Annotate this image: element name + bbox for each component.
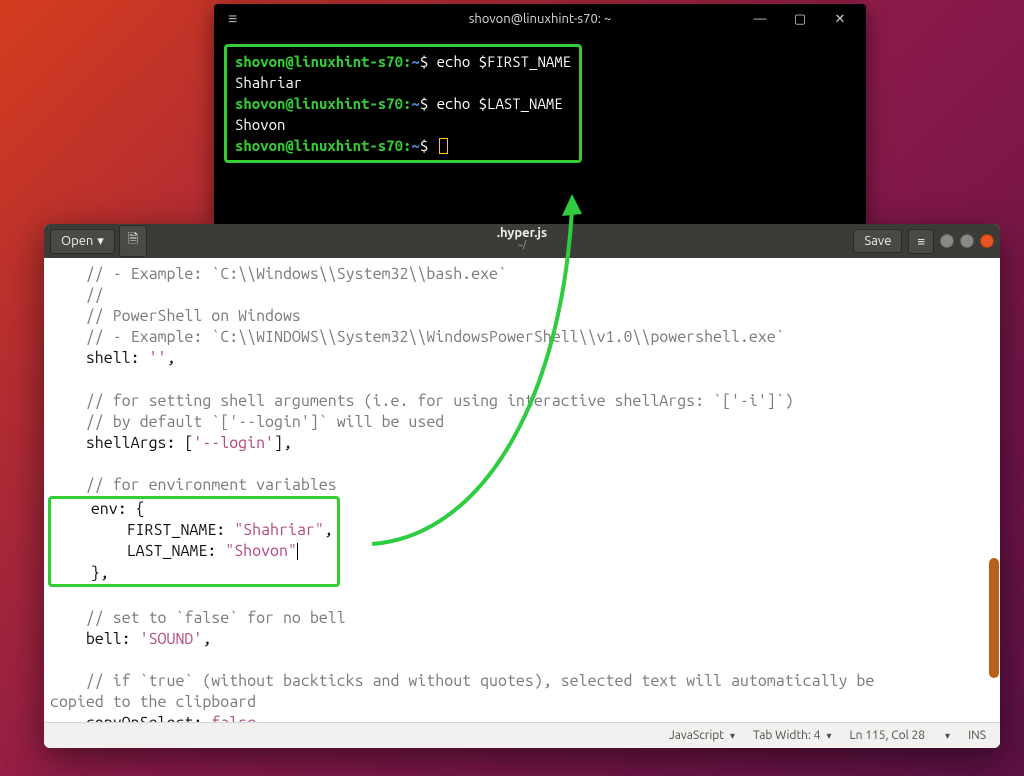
code-key: bell: bbox=[86, 630, 140, 648]
new-document-icon: 🗎 bbox=[128, 230, 138, 252]
code-key: LAST_NAME: bbox=[127, 542, 226, 560]
editor-scrollbar[interactable] bbox=[988, 258, 1000, 722]
code-comment: // for environment variables bbox=[86, 476, 337, 494]
code-comment: // - Example: `C:\\Windows\\System32\\ba… bbox=[86, 265, 507, 283]
terminal-command: echo $LAST_NAME bbox=[437, 95, 563, 112]
code-key: copyOnSelect: bbox=[86, 714, 211, 722]
code-string: 'SOUND' bbox=[140, 630, 203, 648]
prompt-path: ~ bbox=[411, 53, 419, 70]
code-string: '' bbox=[149, 349, 167, 367]
prompt-symbol: $ bbox=[420, 95, 428, 112]
prompt-path: ~ bbox=[411, 137, 419, 154]
code-key: shell: bbox=[86, 349, 149, 367]
terminal-command: echo $FIRST_NAME bbox=[437, 53, 571, 70]
code-key: env: { bbox=[91, 500, 145, 518]
status-insert-mode[interactable]: INS bbox=[968, 729, 986, 742]
terminal-content[interactable]: shovon@linuxhint-s70:~$ echo $FIRST_NAME… bbox=[214, 34, 866, 169]
maximize-button[interactable] bbox=[960, 234, 974, 248]
code-comment: // for setting shell arguments (i.e. for… bbox=[86, 392, 794, 410]
code-key: shellArgs: [ bbox=[86, 434, 194, 452]
terminal-titlebar: ≡ shovon@linuxhint-s70: ~ — ▢ ✕ bbox=[214, 4, 866, 34]
code-key: }, bbox=[91, 564, 109, 582]
editor-text-area[interactable]: // - Example: `C:\\Windows\\System32\\ba… bbox=[44, 258, 1000, 722]
code-key: FIRST_NAME: bbox=[127, 521, 235, 539]
gedit-editor-window: Open▾ 🗎 .hyper.js ~/ Save ≡ // - Example… bbox=[44, 224, 1000, 748]
status-language[interactable]: JavaScript bbox=[669, 729, 735, 742]
editor-header: Open▾ 🗎 .hyper.js ~/ Save ≡ bbox=[44, 224, 1000, 258]
code-string: "Shahriar" bbox=[234, 521, 324, 539]
prompt-symbol: $ bbox=[420, 53, 428, 70]
hyper-terminal-window: ≡ shovon@linuxhint-s70: ~ — ▢ ✕ shovon@l… bbox=[214, 4, 866, 224]
code-string: '--login' bbox=[193, 434, 274, 452]
prompt-user-host: shovon@linuxhint-s70 bbox=[235, 137, 403, 154]
text-cursor bbox=[297, 543, 298, 560]
code-comment: // if `true` (without backticks and with… bbox=[86, 672, 883, 690]
close-button[interactable]: ✕ bbox=[820, 7, 860, 31]
terminal-window-controls: — ▢ ✕ bbox=[740, 7, 860, 31]
scrollbar-thumb[interactable] bbox=[989, 558, 999, 678]
hamburger-menu-button[interactable]: ≡ bbox=[908, 229, 934, 254]
env-block-highlight: env: { FIRST_NAME: "Shahriar", LAST_NAME… bbox=[48, 496, 340, 586]
code-comment: copied to the clipboard bbox=[50, 693, 256, 711]
code-punct: ], bbox=[274, 434, 292, 452]
open-label: Open bbox=[61, 234, 93, 248]
editor-statusbar: JavaScript Tab Width: 4 Ln 115, Col 28 I… bbox=[44, 722, 1000, 748]
chevron-down-icon: ▾ bbox=[97, 234, 104, 249]
prompt-user-host: shovon@linuxhint-s70 bbox=[235, 53, 403, 70]
prompt-user-host: shovon@linuxhint-s70 bbox=[235, 95, 403, 112]
minimize-button[interactable] bbox=[940, 234, 954, 248]
terminal-cursor bbox=[439, 138, 448, 154]
maximize-button[interactable]: ▢ bbox=[780, 7, 820, 31]
terminal-output-line: Shovon bbox=[235, 114, 571, 135]
code-comment: // PowerShell on Windows bbox=[86, 307, 301, 325]
prompt-path: ~ bbox=[411, 95, 419, 112]
code-comment: // set to `false` for no bell bbox=[86, 609, 346, 627]
code-comment: // bbox=[86, 286, 104, 304]
status-dropdown[interactable] bbox=[943, 730, 950, 742]
code-comment: // by default `['--login']` will be used bbox=[86, 413, 444, 431]
code-const: false bbox=[211, 714, 256, 722]
terminal-output-highlight: shovon@linuxhint-s70:~$ echo $FIRST_NAME… bbox=[224, 44, 582, 163]
minimize-button[interactable]: — bbox=[740, 7, 780, 31]
terminal-output-line: Shahriar bbox=[235, 72, 571, 93]
new-tab-button[interactable]: 🗎 bbox=[119, 225, 147, 257]
status-cursor-position: Ln 115, Col 28 bbox=[850, 729, 926, 742]
open-button[interactable]: Open ▾ bbox=[50, 229, 115, 254]
code-string: "Shovon" bbox=[225, 542, 297, 560]
close-button[interactable] bbox=[980, 234, 994, 248]
hamburger-icon: ≡ bbox=[917, 234, 925, 249]
code-comment: // - Example: `C:\\WINDOWS\\System32\\Wi… bbox=[86, 328, 785, 346]
prompt-symbol: $ bbox=[420, 137, 428, 154]
status-tab-width[interactable]: Tab Width: 4 bbox=[753, 729, 831, 742]
save-button[interactable]: Save bbox=[853, 229, 902, 253]
